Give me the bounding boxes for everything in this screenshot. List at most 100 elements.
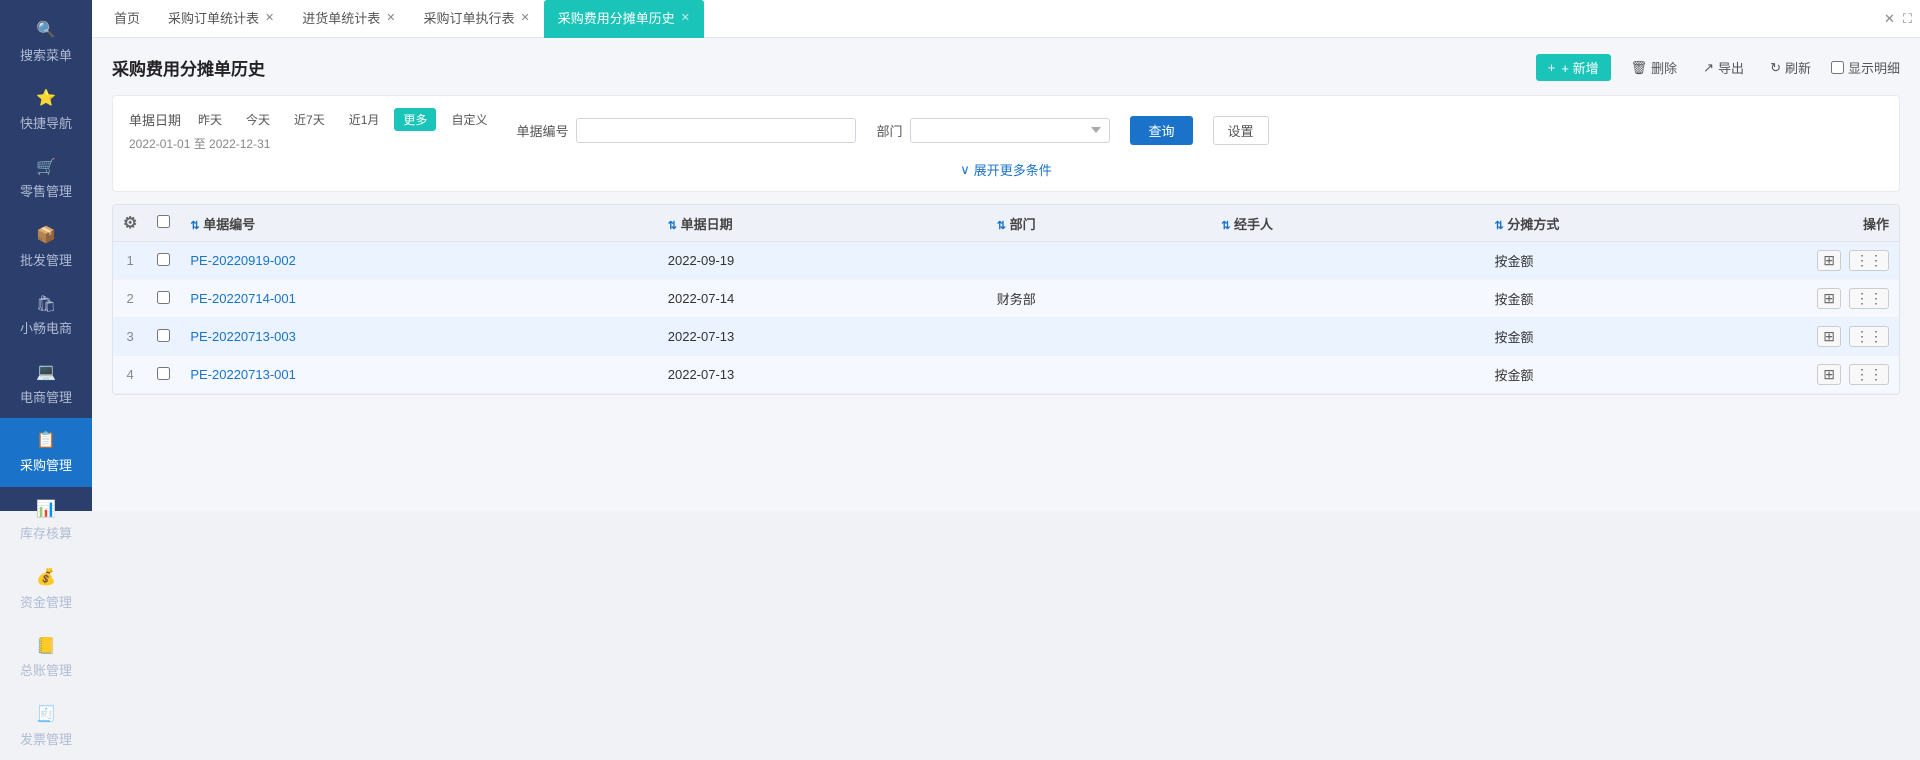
sidebar-item-retail-mgmt[interactable]: 🛒 零售管理: [0, 145, 92, 213]
sidebar-item-purchase-mgmt[interactable]: 📋 采购管理: [0, 418, 92, 486]
settings-icon[interactable]: ⚙: [123, 215, 137, 232]
dept-cell: 财务部: [987, 280, 1211, 318]
more-icon[interactable]: ⋮⋮: [1849, 364, 1889, 385]
th-dept: ⇅ 部门: [987, 205, 1211, 242]
select-all-checkbox[interactable]: [157, 215, 170, 228]
tab-home[interactable]: 首页: [100, 0, 154, 38]
more-icon[interactable]: ⋮⋮: [1849, 326, 1889, 347]
setting-button[interactable]: 设置: [1213, 116, 1269, 145]
add-button[interactable]: + + 新增: [1536, 54, 1611, 81]
edit-icon[interactable]: ⊞: [1817, 250, 1841, 271]
tab-close-purchase-stock-stats[interactable]: ✕: [386, 11, 395, 24]
clipboard-icon: 📋: [4, 428, 88, 454]
doc-no-input[interactable]: [576, 118, 856, 143]
split-method-cell: 按金额: [1485, 280, 1808, 318]
bag-icon: 🛍: [4, 292, 88, 318]
tab-purchase-order-stats[interactable]: 采购订单统计表 ✕: [154, 0, 288, 38]
handler-cell: [1211, 318, 1484, 356]
tab-close-purchase-order-stats[interactable]: ✕: [265, 11, 274, 24]
tab-close-purchase-order-exec[interactable]: ✕: [521, 11, 530, 24]
data-table: ⚙ ⇅ 单据编号 ⇅ 单据日期: [113, 205, 1899, 394]
doc-date-cell: 2022-09-19: [658, 242, 987, 280]
row-checkbox[interactable]: [157, 291, 170, 304]
laptop-icon: 💻: [4, 360, 88, 386]
edit-icon[interactable]: ⊞: [1817, 288, 1841, 309]
date-more[interactable]: 更多: [394, 108, 436, 131]
invoice-icon: 🧾: [4, 702, 88, 728]
sidebar-item-stock-check[interactable]: 📊 库存核算: [0, 487, 92, 555]
date-yesterday[interactable]: 昨天: [189, 108, 231, 131]
handler-cell: [1211, 280, 1484, 318]
action-cell: ⊞ ⋮⋮: [1807, 242, 1899, 280]
page-title-row: 采购费用分摊单历史 + + 新增 🗑 删除 ↗ 导出 ↻ 刷新: [112, 54, 1900, 81]
th-actions: 操作: [1807, 205, 1899, 242]
tab-purchase-stock-stats[interactable]: 进货单统计表 ✕: [288, 0, 409, 38]
doc-no-link[interactable]: PE-20220714-001: [190, 291, 296, 306]
doc-date-cell: 2022-07-13: [658, 318, 987, 356]
sort-icon-doc-date: ⇅: [668, 220, 677, 232]
date-today[interactable]: 今天: [237, 108, 279, 131]
dept-select[interactable]: [910, 118, 1110, 143]
sort-icon-doc-no: ⇅: [190, 220, 199, 232]
seq-cell: 2: [113, 280, 147, 318]
filter-area: 单据日期 昨天 今天 近7天 近1月 更多 自定义 2022-01-01 至 2…: [112, 95, 1900, 192]
chevron-down-icon: ∨: [960, 162, 970, 178]
dept-cell: [987, 356, 1211, 394]
sort-icon-split: ⇅: [1495, 220, 1504, 232]
main-area: 首页 采购订单统计表 ✕ 进货单统计表 ✕ 采购订单执行表 ✕ 采购费用分摊单历…: [92, 0, 1920, 511]
sidebar-item-ecom-mgmt[interactable]: 💻 电商管理: [0, 350, 92, 418]
split-method-cell: 按金额: [1485, 242, 1808, 280]
doc-no-link[interactable]: PE-20220713-001: [190, 367, 296, 382]
doc-date-cell: 2022-07-14: [658, 280, 987, 318]
sidebar-item-invoice-mgmt[interactable]: 🧾 发票管理: [0, 692, 92, 760]
maximize-window-icon[interactable]: ⛶: [1903, 11, 1912, 27]
sidebar-item-finance-mgmt[interactable]: 💰 资金管理: [0, 555, 92, 623]
refresh-button[interactable]: ↻ 刷新: [1764, 54, 1817, 81]
query-button[interactable]: 查询: [1130, 116, 1192, 145]
handler-cell: [1211, 242, 1484, 280]
split-method-cell: 按金额: [1485, 318, 1808, 356]
doc-no-cell: PE-20220714-001: [180, 280, 657, 318]
sidebar: 🔍 搜索菜单 ⭐ 快捷导航 🛒 零售管理 📦 批发管理 🛍 小畅电商 💻 电商管…: [0, 0, 92, 511]
sidebar-item-quick-nav[interactable]: ⭐ 快捷导航: [0, 76, 92, 144]
table-row: 4 PE-20220713-001 2022-07-13 按金额 ⊞ ⋮⋮: [113, 356, 1899, 394]
star-icon: ⭐: [4, 86, 88, 112]
table-row: 1 PE-20220919-002 2022-09-19 按金额 ⊞ ⋮⋮: [113, 242, 1899, 280]
export-button[interactable]: ↗ 导出: [1697, 54, 1750, 81]
doc-no-label: 单据编号: [516, 121, 568, 140]
sidebar-item-mini-ecom[interactable]: 🛍 小畅电商: [0, 282, 92, 350]
handler-cell: [1211, 356, 1484, 394]
doc-date-cell: 2022-07-13: [658, 356, 987, 394]
edit-icon[interactable]: ⊞: [1817, 326, 1841, 347]
refresh-icon: ↻: [1770, 60, 1781, 76]
sidebar-item-ledger-mgmt[interactable]: 📒 总账管理: [0, 624, 92, 692]
show-cols-checkbox[interactable]: [1831, 61, 1844, 74]
doc-no-filter-group: 单据编号: [516, 118, 856, 143]
show-cols-checkbox-wrap[interactable]: 显示明细: [1831, 58, 1900, 77]
date-1month[interactable]: 近1月: [340, 108, 389, 131]
tab-close-purchase-cost-split[interactable]: ✕: [681, 11, 690, 24]
row-checkbox[interactable]: [157, 253, 170, 266]
th-split-method: ⇅ 分摊方式: [1485, 205, 1808, 242]
edit-icon[interactable]: ⊞: [1817, 364, 1841, 385]
more-icon[interactable]: ⋮⋮: [1849, 250, 1889, 271]
sort-icon-dept: ⇅: [997, 220, 1006, 232]
close-window-icon[interactable]: ✕: [1884, 11, 1895, 27]
table-body: 1 PE-20220919-002 2022-09-19 按金额 ⊞ ⋮⋮ 2: [113, 242, 1899, 394]
delete-button[interactable]: 🗑 删除: [1625, 54, 1684, 81]
sidebar-item-wholesale-mgmt[interactable]: 📦 批发管理: [0, 213, 92, 281]
checkbox-cell: [147, 280, 180, 318]
expand-more-conditions[interactable]: ∨ 展开更多条件: [129, 160, 1883, 179]
tab-purchase-cost-split[interactable]: 采购费用分摊单历史 ✕: [544, 0, 704, 38]
more-icon[interactable]: ⋮⋮: [1849, 288, 1889, 309]
doc-no-link[interactable]: PE-20220919-002: [190, 253, 296, 268]
search-icon: 🔍: [4, 18, 88, 44]
row-checkbox[interactable]: [157, 367, 170, 380]
tab-purchase-order-exec[interactable]: 采购订单执行表 ✕: [409, 0, 543, 38]
row-checkbox[interactable]: [157, 329, 170, 342]
action-cell: ⊞ ⋮⋮: [1807, 280, 1899, 318]
date-custom[interactable]: 自定义: [442, 108, 496, 131]
sidebar-item-search-menu[interactable]: 🔍 搜索菜单: [0, 8, 92, 76]
date-7days[interactable]: 近7天: [285, 108, 334, 131]
doc-no-link[interactable]: PE-20220713-003: [190, 329, 296, 344]
